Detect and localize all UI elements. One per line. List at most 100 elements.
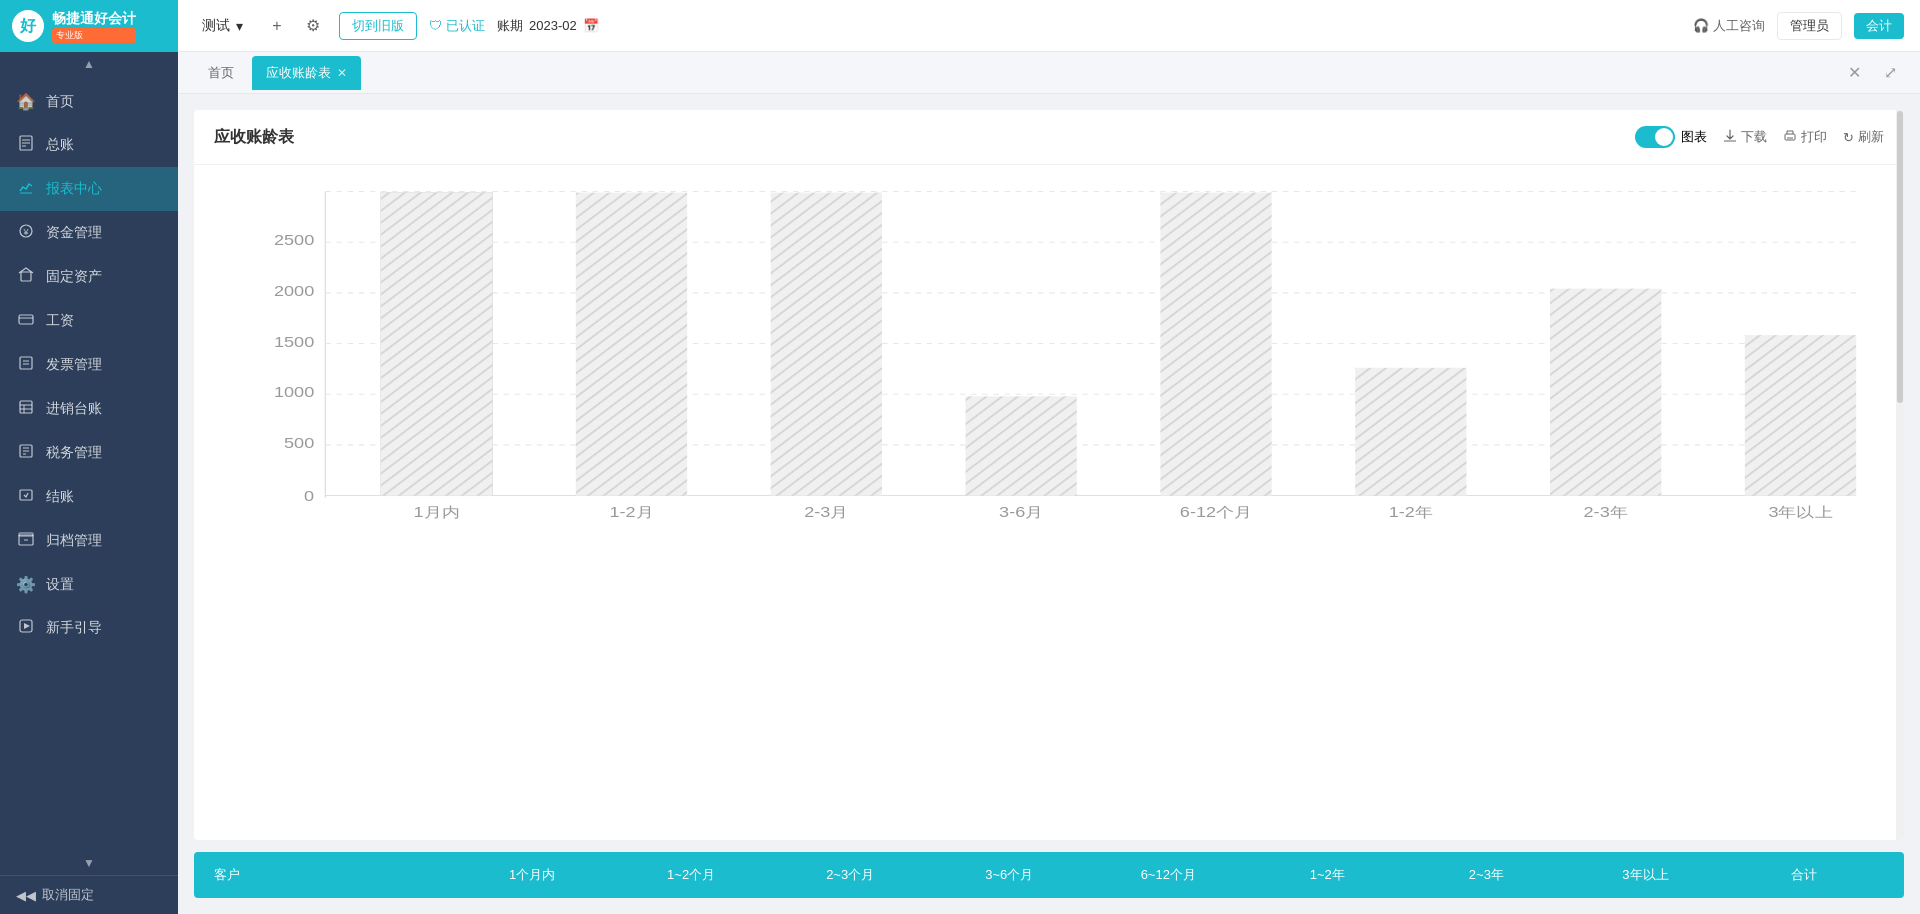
svg-text:2-3月: 2-3月: [804, 504, 848, 519]
user-btn[interactable]: 管理员: [1777, 12, 1842, 40]
sidebar-item-ledger[interactable]: 总账: [0, 123, 178, 167]
svg-text:¥: ¥: [22, 227, 29, 237]
chart-toggle[interactable]: [1635, 126, 1675, 148]
sidebar-item-label: 首页: [46, 93, 74, 111]
col-2-3year: 2~3年: [1407, 866, 1566, 884]
report-title: 应收账龄表: [214, 127, 294, 148]
workspace-selector[interactable]: 测试 ▾: [194, 13, 251, 39]
sidebar-item-reports[interactable]: 报表中心: [0, 167, 178, 211]
switch-version-btn[interactable]: 切到旧版: [339, 12, 417, 40]
sidebar-item-finance[interactable]: ¥ 资金管理: [0, 211, 178, 255]
tab-right-actions: ✕ ⤢: [1840, 59, 1904, 87]
archive-icon: [16, 531, 36, 551]
svg-rect-49: [1355, 368, 1466, 496]
svg-rect-47: [966, 396, 1077, 495]
svg-rect-46: [771, 193, 882, 496]
right-scrollbar[interactable]: [1896, 110, 1904, 840]
guide-icon: [16, 618, 36, 638]
sidebar-item-assets[interactable]: 固定资产: [0, 255, 178, 299]
period-info: 账期 2023-02 📅: [497, 17, 599, 35]
svg-text:1-2年: 1-2年: [1389, 504, 1433, 519]
add-btn[interactable]: +: [263, 12, 291, 40]
sidebar-pin-btn[interactable]: ◀◀ 取消固定: [0, 875, 178, 914]
sidebar-item-tax[interactable]: 税务管理: [0, 431, 178, 475]
tab-home-label: 首页: [208, 64, 234, 82]
svg-text:0: 0: [304, 488, 314, 503]
svg-text:500: 500: [284, 435, 314, 450]
sidebar-scroll-up[interactable]: ▲: [0, 52, 178, 76]
sidebar: 好 畅捷通好会计 专业版 ▲ 🏠 首页 总账: [0, 0, 178, 914]
top-bar-right: 🎧 人工咨询 管理员 会计: [1693, 12, 1904, 40]
sidebar-nav: 🏠 首页 总账 报表中心: [0, 76, 178, 851]
tab-aging-label: 应收账龄表: [266, 64, 331, 82]
col-customer: 客户: [214, 866, 453, 884]
svg-rect-8: [19, 315, 33, 324]
sidebar-item-label: 新手引导: [46, 619, 102, 637]
sidebar-item-guide[interactable]: 新手引导: [0, 606, 178, 650]
col-1-2month: 1~2个月: [612, 866, 771, 884]
toggle-knob: [1655, 128, 1673, 146]
settings-btn[interactable]: ⚙: [299, 12, 327, 40]
tab-close-icon[interactable]: ✕: [337, 66, 347, 80]
pin-icon: ◀◀: [16, 888, 36, 903]
sidebar-logo: 好 畅捷通好会计 专业版: [0, 0, 178, 52]
role-btn[interactable]: 会计: [1854, 13, 1904, 39]
svg-rect-44: [381, 193, 492, 496]
expand-panel-btn[interactable]: ⤢: [1876, 59, 1904, 87]
print-btn[interactable]: 打印: [1783, 128, 1827, 146]
sidebar-scroll-down[interactable]: ▼: [0, 851, 178, 875]
download-btn[interactable]: 下载: [1723, 128, 1767, 146]
svg-text:6-12个月: 6-12个月: [1180, 504, 1252, 519]
calendar-icon[interactable]: 📅: [583, 18, 599, 33]
tab-home[interactable]: 首页: [194, 56, 248, 90]
sidebar-item-label: 发票管理: [46, 356, 102, 374]
sidebar-item-label: 归档管理: [46, 532, 102, 550]
cert-badge: 🛡 已认证: [429, 17, 485, 35]
sidebar-item-label: 进销台账: [46, 400, 102, 418]
shield-icon: 🛡: [429, 18, 442, 33]
svg-rect-48: [1160, 193, 1271, 496]
sidebar-item-close[interactable]: 结账: [0, 475, 178, 519]
payroll-icon: [16, 311, 36, 331]
sidebar-item-inventory[interactable]: 进销台账: [0, 387, 178, 431]
workspace-name: 测试: [202, 17, 230, 35]
content-area: 应收账龄表 图表: [178, 94, 1920, 914]
sidebar-item-invoice[interactable]: 发票管理: [0, 343, 178, 387]
chevron-down-icon: ▾: [236, 18, 243, 34]
app-logo-text: 畅捷通好会计 专业版: [52, 10, 136, 43]
svg-text:1-2月: 1-2月: [609, 504, 653, 519]
refresh-btn[interactable]: ↻ 刷新: [1843, 128, 1884, 146]
sidebar-item-settings[interactable]: ⚙️ 设置: [0, 563, 178, 606]
sidebar-item-payroll[interactable]: 工资: [0, 299, 178, 343]
tab-bar: 首页 应收账龄表 ✕ ✕ ⤢: [178, 52, 1920, 94]
settings-icon: ⚙️: [16, 575, 36, 594]
col-1month: 1个月内: [453, 866, 612, 884]
sidebar-item-label: 总账: [46, 136, 74, 154]
close-books-icon: [16, 487, 36, 507]
svg-rect-45: [576, 193, 687, 496]
ledger-icon: [16, 135, 36, 155]
svg-marker-26: [24, 623, 30, 629]
sidebar-item-label: 结账: [46, 488, 74, 506]
svg-text:3-6月: 3-6月: [999, 504, 1043, 519]
col-2-3month: 2~3个月: [771, 866, 930, 884]
sidebar-item-home[interactable]: 🏠 首页: [0, 80, 178, 123]
top-bar: 测试 ▾ + ⚙ 切到旧版 🛡 已认证 账期 2023-02 📅 🎧 人工咨询: [178, 0, 1920, 52]
headset-icon: 🎧: [1693, 18, 1709, 33]
inventory-icon: [16, 399, 36, 419]
svg-rect-50: [1550, 289, 1661, 496]
scrollbar-thumb: [1897, 111, 1903, 403]
svg-text:1500: 1500: [274, 334, 314, 349]
sidebar-item-archive[interactable]: 归档管理: [0, 519, 178, 563]
col-3-6month: 3~6个月: [930, 866, 1089, 884]
reports-icon: [16, 179, 36, 199]
close-panel-btn[interactable]: ✕: [1840, 59, 1868, 87]
bar-chart: 0 500 1000 1500 2000 2500: [214, 181, 1884, 561]
report-container: 应收账龄表 图表: [194, 110, 1904, 840]
svg-text:2500: 2500: [274, 233, 314, 248]
tab-aging[interactable]: 应收账龄表 ✕: [252, 56, 361, 90]
svg-rect-13: [20, 401, 32, 413]
consult-btn[interactable]: 🎧 人工咨询: [1693, 17, 1765, 35]
svg-rect-28: [1787, 137, 1793, 139]
finance-icon: ¥: [16, 223, 36, 243]
